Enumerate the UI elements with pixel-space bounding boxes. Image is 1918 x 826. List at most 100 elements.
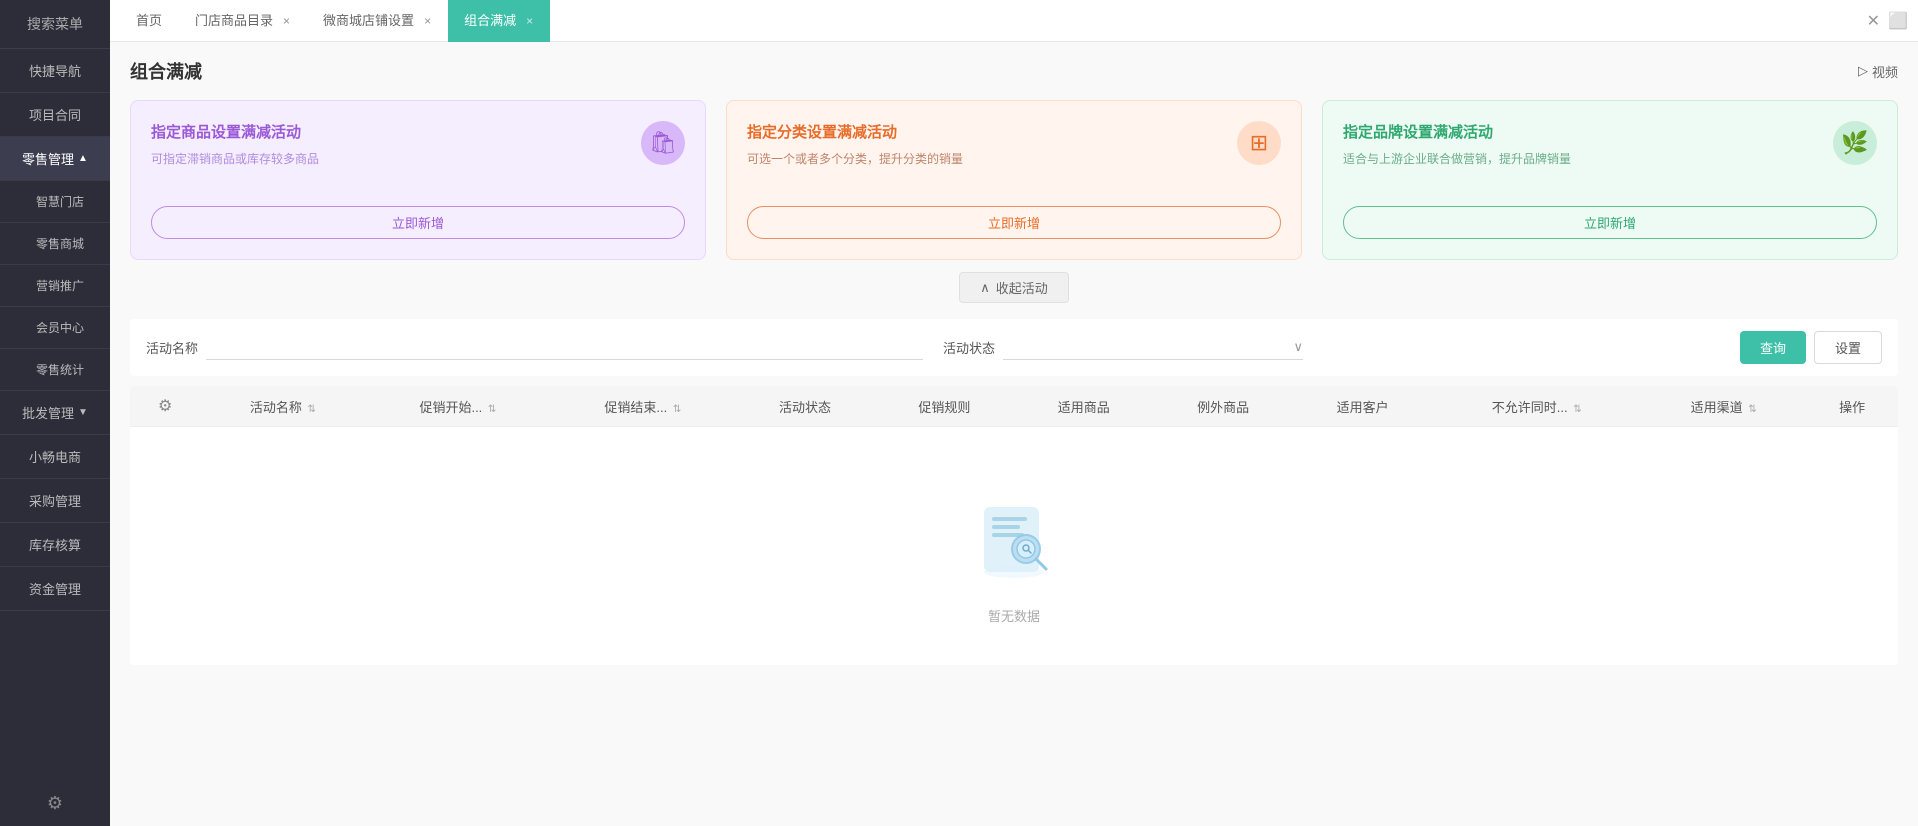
col-customer: 适用客户 bbox=[1293, 386, 1432, 427]
sidebar-item-member-center[interactable]: 会员中心 bbox=[0, 307, 110, 349]
sidebar-item-retail-mgmt[interactable]: 零售管理 ▲ bbox=[0, 137, 110, 181]
sidebar-item-label: 零售商城 bbox=[36, 235, 84, 252]
col-end: 促销结束... ⇅ bbox=[550, 386, 735, 427]
sort-icon[interactable]: ⇅ bbox=[1573, 404, 1581, 415]
page-title: 组合满减 bbox=[130, 58, 202, 84]
sidebar-item-quick-nav[interactable]: 快捷导航 bbox=[0, 49, 110, 93]
sidebar-item-label: 零售管理 bbox=[22, 149, 74, 168]
tab-wechat-store[interactable]: 微商城店铺设置 × bbox=[307, 0, 448, 42]
sidebar-item-wholesale-mgmt[interactable]: 批发管理 ▼ bbox=[0, 391, 110, 435]
data-table-wrap: ⚙ 活动名称 ⇅ 促销开始... ⇅ 促销结束... ⇅ bbox=[130, 386, 1898, 665]
chevron-down-icon: ▼ bbox=[78, 407, 88, 418]
empty-text: 暂无数据 bbox=[130, 606, 1898, 625]
col-channel: 适用渠道 ⇅ bbox=[1641, 386, 1806, 427]
query-button[interactable]: 查询 bbox=[1740, 331, 1806, 364]
filter-name-item: 活动名称 bbox=[146, 336, 923, 360]
col-end-label: 促销结束... bbox=[604, 400, 667, 415]
filter-name-label: 活动名称 bbox=[146, 338, 198, 357]
tab-store-catalog-close[interactable]: × bbox=[283, 0, 290, 42]
tab-store-catalog-label: 门店商品目录 bbox=[195, 0, 273, 42]
col-start-label: 促销开始... bbox=[419, 400, 482, 415]
sidebar-item-smart-store[interactable]: 智慧门店 bbox=[0, 181, 110, 223]
sidebar-item-label: 采购管理 bbox=[29, 491, 81, 510]
sidebar-item-label: 项目合同 bbox=[29, 105, 81, 124]
col-settings[interactable]: ⚙ bbox=[130, 386, 200, 427]
filter-status-select[interactable]: ∨ bbox=[1003, 335, 1303, 360]
table-header-row: ⚙ 活动名称 ⇅ 促销开始... ⇅ 促销结束... ⇅ bbox=[130, 386, 1898, 427]
collapse-activities-button[interactable]: ∧ 收起活动 bbox=[959, 272, 1069, 303]
col-name-label: 活动名称 bbox=[250, 400, 302, 415]
sort-icon[interactable]: ⇅ bbox=[1748, 404, 1756, 415]
dropdown-icon: ∨ bbox=[1293, 339, 1303, 355]
filter-name-input[interactable] bbox=[206, 336, 923, 360]
sidebar-item-retail-mall[interactable]: 零售商城 bbox=[0, 223, 110, 265]
promo-cards-row: 🛍 指定商品设置满减活动 可指定滞销商品或库存较多商品 立即新增 ⊞ 指定分类设… bbox=[130, 100, 1898, 260]
product-promo-card: 🛍 指定商品设置满减活动 可指定滞销商品或库存较多商品 立即新增 bbox=[130, 100, 706, 260]
filter-status-label: 活动状态 bbox=[943, 338, 995, 357]
tab-combo-discount-close[interactable]: × bbox=[526, 0, 533, 42]
video-link-label: 视频 bbox=[1872, 62, 1898, 81]
col-channel-label: 适用渠道 bbox=[1691, 400, 1743, 415]
col-status: 活动状态 bbox=[735, 386, 874, 427]
sidebar-settings-button[interactable]: ⚙ bbox=[0, 781, 110, 826]
window-close-button[interactable]: ✕ bbox=[1867, 11, 1880, 31]
col-exception: 例外商品 bbox=[1153, 386, 1292, 427]
tab-wechat-store-close[interactable]: × bbox=[424, 0, 431, 42]
video-link[interactable]: ▷ 视频 bbox=[1858, 62, 1898, 81]
sidebar-item-xiaochang-ecom[interactable]: 小畅电商 bbox=[0, 435, 110, 479]
sidebar: 搜索菜单 快捷导航 项目合同 零售管理 ▲ 智慧门店 零售商城 营销推广 会员中… bbox=[0, 0, 110, 826]
tabs-bar: 首页 门店商品目录 × 微商城店铺设置 × 组合满减 × ✕ ⬜ bbox=[110, 0, 1918, 42]
play-circle-icon: ▷ bbox=[1858, 63, 1868, 79]
sidebar-item-label: 资金管理 bbox=[29, 579, 81, 598]
window-controls: ✕ ⬜ bbox=[1867, 11, 1908, 31]
sidebar-item-label: 营销推广 bbox=[36, 277, 84, 294]
brand-card-desc: 适合与上游企业联合做营销，提升品牌销量 bbox=[1343, 150, 1877, 169]
tab-home[interactable]: 首页 bbox=[120, 0, 179, 42]
sidebar-item-label: 智慧门店 bbox=[36, 193, 84, 210]
gear-icon[interactable]: ⚙ bbox=[158, 398, 172, 415]
sidebar-item-purchase-mgmt[interactable]: 采购管理 bbox=[0, 479, 110, 523]
empty-state: 暂无数据 bbox=[130, 427, 1898, 665]
collapse-bar: ∧ 收起活动 bbox=[130, 272, 1898, 303]
chevron-up-icon: ∧ bbox=[980, 280, 990, 296]
sidebar-search[interactable]: 搜索菜单 bbox=[0, 0, 110, 49]
sidebar-item-project-contract[interactable]: 项目合同 bbox=[0, 93, 110, 137]
sidebar-item-inventory[interactable]: 库存核算 bbox=[0, 523, 110, 567]
col-goods: 适用商品 bbox=[1014, 386, 1153, 427]
data-table: ⚙ 活动名称 ⇅ 促销开始... ⇅ 促销结束... ⇅ bbox=[130, 386, 1898, 427]
sidebar-item-retail-stats[interactable]: 零售统计 bbox=[0, 349, 110, 391]
tab-combo-discount[interactable]: 组合满减 × bbox=[448, 0, 550, 42]
product-card-add-button[interactable]: 立即新增 bbox=[151, 206, 685, 239]
category-card-add-button[interactable]: 立即新增 bbox=[747, 206, 1281, 239]
col-name: 活动名称 ⇅ bbox=[200, 386, 365, 427]
filter-status-item: 活动状态 ∨ bbox=[943, 335, 1720, 360]
window-maximize-button[interactable]: ⬜ bbox=[1888, 11, 1908, 31]
page-header: 组合满减 ▷ 视频 bbox=[130, 58, 1898, 84]
tab-combo-discount-label: 组合满减 bbox=[464, 0, 516, 42]
col-action: 操作 bbox=[1806, 386, 1898, 427]
col-rule: 促销规则 bbox=[875, 386, 1014, 427]
tab-home-label: 首页 bbox=[136, 0, 162, 42]
main-area: 首页 门店商品目录 × 微商城店铺设置 × 组合满减 × ✕ ⬜ 组合满减 ▷ … bbox=[110, 0, 1918, 826]
sidebar-item-label: 库存核算 bbox=[29, 535, 81, 554]
tab-wechat-store-label: 微商城店铺设置 bbox=[323, 0, 414, 42]
brand-card-add-button[interactable]: 立即新增 bbox=[1343, 206, 1877, 239]
shopping-bag-icon: 🛍 bbox=[641, 121, 685, 165]
tab-store-catalog[interactable]: 门店商品目录 × bbox=[179, 0, 307, 42]
sort-icon[interactable]: ⇅ bbox=[488, 404, 496, 415]
table-header: ⚙ 活动名称 ⇅ 促销开始... ⇅ 促销结束... ⇅ bbox=[130, 386, 1898, 427]
filter-buttons: 查询 设置 bbox=[1740, 331, 1882, 364]
col-no-overlap: 不允许同时... ⇅ bbox=[1432, 386, 1641, 427]
collapse-btn-label: 收起活动 bbox=[996, 278, 1048, 297]
sort-icon[interactable]: ⇅ bbox=[673, 404, 681, 415]
chevron-up-icon: ▲ bbox=[78, 153, 88, 164]
setting-button[interactable]: 设置 bbox=[1814, 331, 1882, 364]
sort-icon[interactable]: ⇅ bbox=[307, 404, 315, 415]
brand-promo-card: 🌿 指定品牌设置满减活动 适合与上游企业联合做营销，提升品牌销量 立即新增 bbox=[1322, 100, 1898, 260]
product-card-desc: 可指定滞销商品或库存较多商品 bbox=[151, 150, 685, 169]
grid-icon: ⊞ bbox=[1237, 121, 1281, 165]
sidebar-item-label: 批发管理 bbox=[22, 403, 74, 422]
sidebar-item-finance-mgmt[interactable]: 资金管理 bbox=[0, 567, 110, 611]
sidebar-item-marketing[interactable]: 营销推广 bbox=[0, 265, 110, 307]
col-no-overlap-label: 不允许同时... bbox=[1492, 400, 1568, 415]
